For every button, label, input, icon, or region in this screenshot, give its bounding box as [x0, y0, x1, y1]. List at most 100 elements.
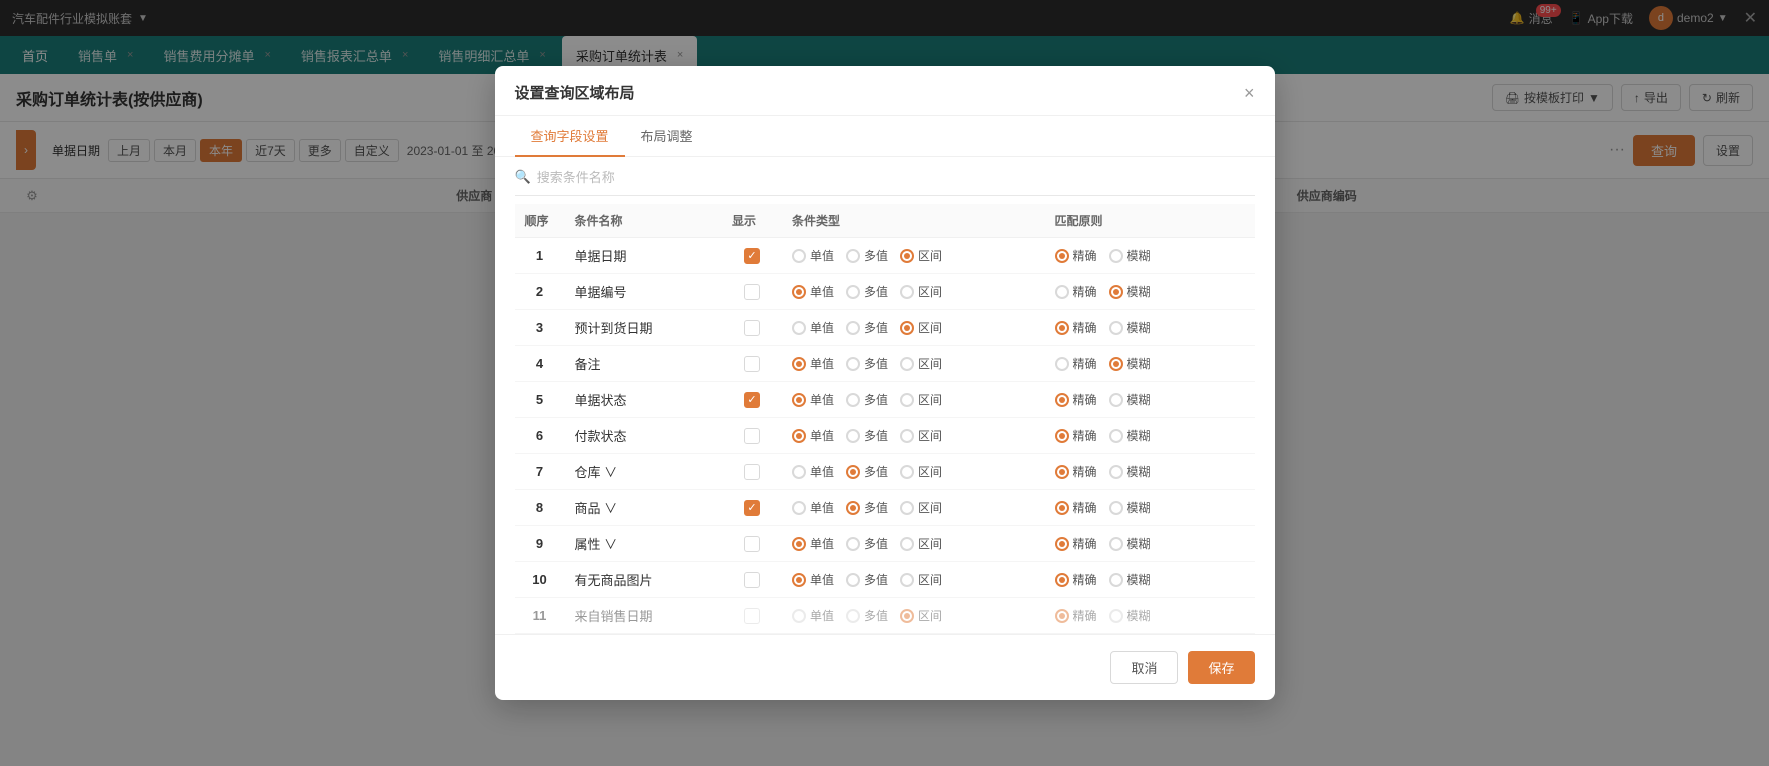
match-radio-match_exact[interactable]: 精确: [1055, 463, 1097, 480]
type-radio-type_single[interactable]: 单值: [792, 319, 834, 336]
type-radio-type_single[interactable]: 单值: [792, 607, 834, 624]
type-radio-type_single[interactable]: 单值: [792, 571, 834, 588]
type-radio-type_multi[interactable]: 多值: [846, 247, 888, 264]
cell-name: 来自销售日期: [565, 598, 723, 634]
radio-dot-icon: [1055, 609, 1069, 623]
cell-order: 5: [515, 382, 565, 418]
type-radio-type_range[interactable]: 区间: [900, 247, 942, 264]
type-radio-type_single[interactable]: 单值: [792, 499, 834, 516]
match-radio-match_exact[interactable]: 精确: [1055, 499, 1097, 516]
cell-type: 单值多值区间: [782, 382, 1045, 418]
dialog-close-button[interactable]: ×: [1244, 84, 1255, 102]
cell-display: [722, 526, 782, 562]
type-radio-type_range[interactable]: 区间: [900, 607, 942, 624]
match-radio-match_fuzzy[interactable]: 模糊: [1109, 607, 1151, 624]
cancel-button[interactable]: 取消: [1110, 651, 1178, 684]
cell-type: 单值多值区间: [782, 310, 1045, 346]
type-radio-type_range[interactable]: 区间: [900, 283, 942, 300]
radio-dot-icon: [1109, 537, 1123, 551]
match-radio-match_fuzzy[interactable]: 模糊: [1109, 283, 1151, 300]
type-radio-type_single[interactable]: 单值: [792, 283, 834, 300]
type-radio-type_multi[interactable]: 多值: [846, 319, 888, 336]
match-radio-match_fuzzy[interactable]: 模糊: [1109, 319, 1151, 336]
type-radio-type_single[interactable]: 单值: [792, 535, 834, 552]
match-radio-match_exact[interactable]: 精确: [1055, 283, 1097, 300]
cell-match: 精确模糊: [1045, 238, 1255, 274]
cell-name: 属性 ∨: [565, 526, 723, 562]
radio-dot-icon: [846, 285, 860, 299]
display-checkbox[interactable]: [744, 248, 760, 264]
type-radio-type_multi[interactable]: 多值: [846, 571, 888, 588]
radio-dot-icon: [900, 465, 914, 479]
table-row: 11来自销售日期 单值多值区间 精确模糊: [515, 598, 1255, 634]
match-radio-match_exact[interactable]: 精确: [1055, 319, 1097, 336]
radio-dot-icon: [1055, 465, 1069, 479]
match-radio-match_fuzzy[interactable]: 模糊: [1109, 427, 1151, 444]
display-checkbox[interactable]: [744, 428, 760, 444]
radio-dot-icon: [792, 357, 806, 371]
match-radio-match_exact[interactable]: 精确: [1055, 535, 1097, 552]
display-checkbox[interactable]: [744, 356, 760, 372]
type-radio-type_multi[interactable]: 多值: [846, 463, 888, 480]
type-radio-type_multi[interactable]: 多值: [846, 427, 888, 444]
display-checkbox[interactable]: [744, 608, 760, 624]
type-radio-type_multi[interactable]: 多值: [846, 535, 888, 552]
type-radio-type_range[interactable]: 区间: [900, 499, 942, 516]
type-radio-type_range[interactable]: 区间: [900, 427, 942, 444]
type-radio-type_single[interactable]: 单值: [792, 427, 834, 444]
type-radio-type_single[interactable]: 单值: [792, 391, 834, 408]
display-checkbox[interactable]: [744, 572, 760, 588]
type-radio-type_single[interactable]: 单值: [792, 247, 834, 264]
type-radio-type_range[interactable]: 区间: [900, 463, 942, 480]
cell-display: [722, 238, 782, 274]
cell-match: 精确模糊: [1045, 598, 1255, 634]
cell-match: 精确模糊: [1045, 454, 1255, 490]
cell-order: 11: [515, 598, 565, 634]
match-radio-match_fuzzy[interactable]: 模糊: [1109, 355, 1151, 372]
type-radio-type_single[interactable]: 单值: [792, 355, 834, 372]
radio-dot-icon: [1109, 429, 1123, 443]
type-radio-type_range[interactable]: 区间: [900, 571, 942, 588]
save-button[interactable]: 保存: [1188, 651, 1254, 684]
cell-type: 单值多值区间: [782, 346, 1045, 382]
type-radio-type_range[interactable]: 区间: [900, 535, 942, 552]
cell-match: 精确模糊: [1045, 490, 1255, 526]
display-checkbox[interactable]: [744, 464, 760, 480]
match-radio-match_fuzzy[interactable]: 模糊: [1109, 535, 1151, 552]
display-checkbox[interactable]: [744, 320, 760, 336]
match-radio-match_exact[interactable]: 精确: [1055, 355, 1097, 372]
search-box: 🔍: [515, 169, 1255, 196]
match-radio-match_fuzzy[interactable]: 模糊: [1109, 463, 1151, 480]
type-radio-type_multi[interactable]: 多值: [846, 499, 888, 516]
match-radio-match_exact[interactable]: 精确: [1055, 247, 1097, 264]
type-radio-type_single[interactable]: 单值: [792, 463, 834, 480]
dialog-tab-layout[interactable]: 布局调整: [625, 116, 709, 157]
match-radio-match_exact[interactable]: 精确: [1055, 571, 1097, 588]
search-input[interactable]: [537, 170, 1255, 185]
radio-dot-icon: [900, 393, 914, 407]
display-checkbox[interactable]: [744, 536, 760, 552]
cell-type: 单值多值区间: [782, 274, 1045, 310]
display-checkbox[interactable]: [744, 284, 760, 300]
match-radio-match_fuzzy[interactable]: 模糊: [1109, 499, 1151, 516]
display-checkbox[interactable]: [744, 500, 760, 516]
match-radio-match_fuzzy[interactable]: 模糊: [1109, 391, 1151, 408]
radio-dot-icon: [1109, 393, 1123, 407]
type-radio-type_multi[interactable]: 多值: [846, 355, 888, 372]
match-radio-match_fuzzy[interactable]: 模糊: [1109, 571, 1151, 588]
display-checkbox[interactable]: [744, 392, 760, 408]
cell-order: 7: [515, 454, 565, 490]
dialog-tab-fields[interactable]: 查询字段设置: [515, 116, 625, 157]
radio-dot-icon: [1109, 249, 1123, 263]
match-radio-match_exact[interactable]: 精确: [1055, 607, 1097, 624]
match-radio-match_fuzzy[interactable]: 模糊: [1109, 247, 1151, 264]
type-radio-type_range[interactable]: 区间: [900, 355, 942, 372]
type-radio-type_multi[interactable]: 多值: [846, 283, 888, 300]
match-radio-match_exact[interactable]: 精确: [1055, 391, 1097, 408]
type-radio-type_multi[interactable]: 多值: [846, 391, 888, 408]
match-radio-match_exact[interactable]: 精确: [1055, 427, 1097, 444]
cell-order: 2: [515, 274, 565, 310]
type-radio-type_multi[interactable]: 多值: [846, 607, 888, 624]
type-radio-type_range[interactable]: 区间: [900, 391, 942, 408]
type-radio-type_range[interactable]: 区间: [900, 319, 942, 336]
